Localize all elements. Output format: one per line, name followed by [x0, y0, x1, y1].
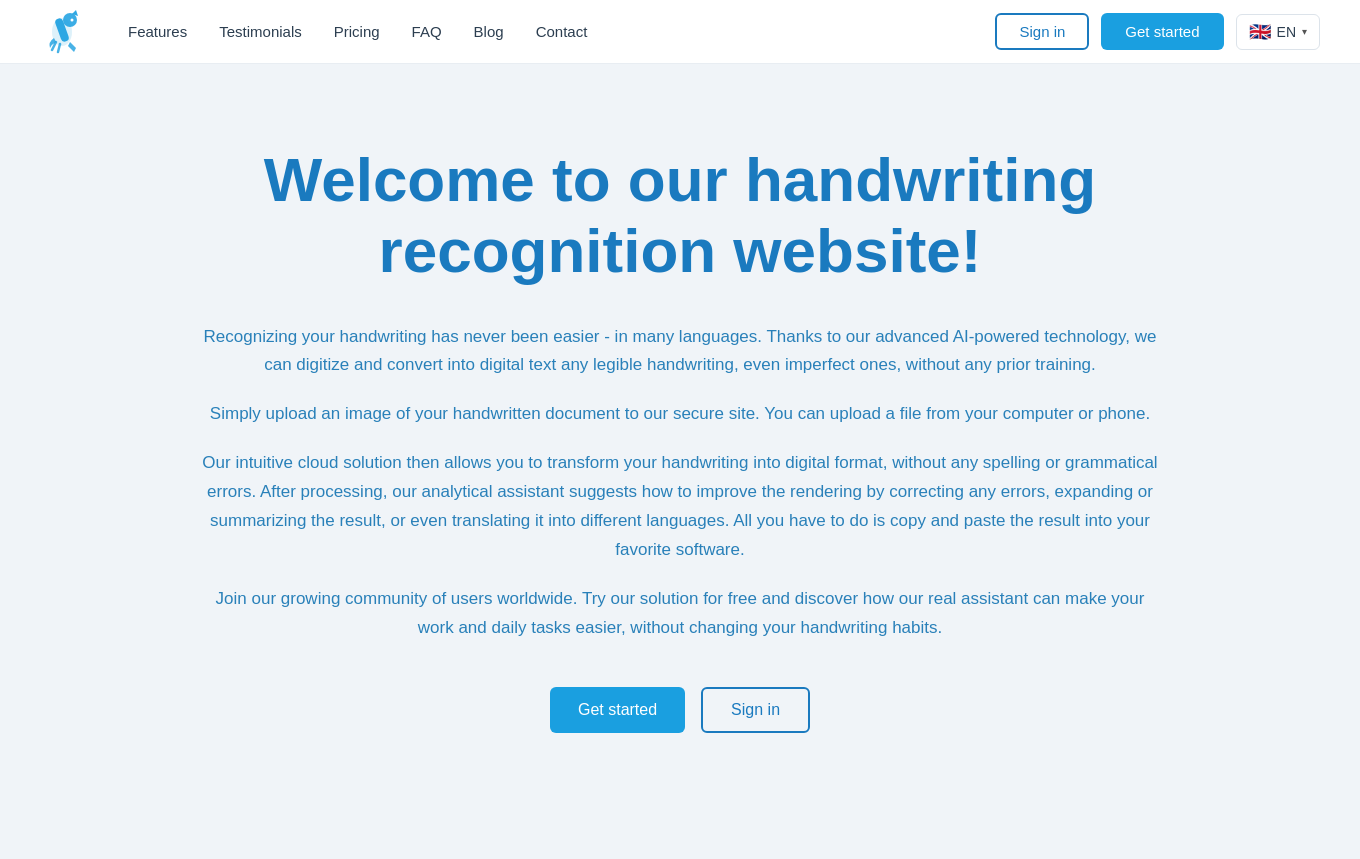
nav-item-features[interactable]: Features [128, 23, 187, 41]
nav-item-testimonials[interactable]: Testimonials [219, 23, 302, 41]
hero-paragraph-2: Simply upload an image of your handwritt… [210, 400, 1150, 429]
nav-links: Features Testimonials Pricing FAQ Blog C… [128, 23, 587, 41]
nav-item-pricing[interactable]: Pricing [334, 23, 380, 41]
nav-signin-button[interactable]: Sign in [995, 13, 1089, 50]
nav-link-pricing[interactable]: Pricing [334, 23, 380, 40]
hero-paragraph-4: Join our growing community of users worl… [200, 585, 1160, 643]
svg-point-5 [71, 18, 74, 21]
logo-icon [40, 8, 88, 56]
nav-item-faq[interactable]: FAQ [412, 23, 442, 41]
hero-title: Welcome to our handwriting recognition w… [230, 144, 1130, 287]
nav-getstarted-button[interactable]: Get started [1101, 13, 1223, 50]
nav-link-testimonials[interactable]: Testimonials [219, 23, 302, 40]
nav-link-contact[interactable]: Contact [536, 23, 588, 40]
hero-paragraph-3: Our intuitive cloud solution then allows… [200, 449, 1160, 565]
hero-paragraph-1: Recognizing your handwriting has never b… [200, 323, 1160, 381]
chevron-down-icon: ▾ [1302, 26, 1307, 37]
nav-item-blog[interactable]: Blog [474, 23, 504, 41]
nav-item-contact[interactable]: Contact [536, 23, 588, 41]
nav-link-blog[interactable]: Blog [474, 23, 504, 40]
hero-cta-buttons: Get started Sign in [550, 687, 810, 733]
nav-link-features[interactable]: Features [128, 23, 187, 40]
language-selector[interactable]: 🇬🇧 EN ▾ [1236, 14, 1320, 50]
logo[interactable] [40, 8, 88, 56]
svg-point-3 [63, 13, 77, 27]
hero-section: Welcome to our handwriting recognition w… [0, 64, 1360, 793]
navbar: Features Testimonials Pricing FAQ Blog C… [0, 0, 1360, 64]
hero-signin-button[interactable]: Sign in [701, 687, 810, 733]
nav-left: Features Testimonials Pricing FAQ Blog C… [40, 8, 587, 56]
svg-marker-1 [68, 42, 76, 52]
nav-link-faq[interactable]: FAQ [412, 23, 442, 40]
svg-line-7 [58, 44, 60, 52]
flag-icon: 🇬🇧 [1249, 21, 1271, 43]
lang-code: EN [1277, 24, 1296, 40]
hero-getstarted-button[interactable]: Get started [550, 687, 685, 733]
nav-right: Sign in Get started 🇬🇧 EN ▾ [995, 13, 1320, 50]
